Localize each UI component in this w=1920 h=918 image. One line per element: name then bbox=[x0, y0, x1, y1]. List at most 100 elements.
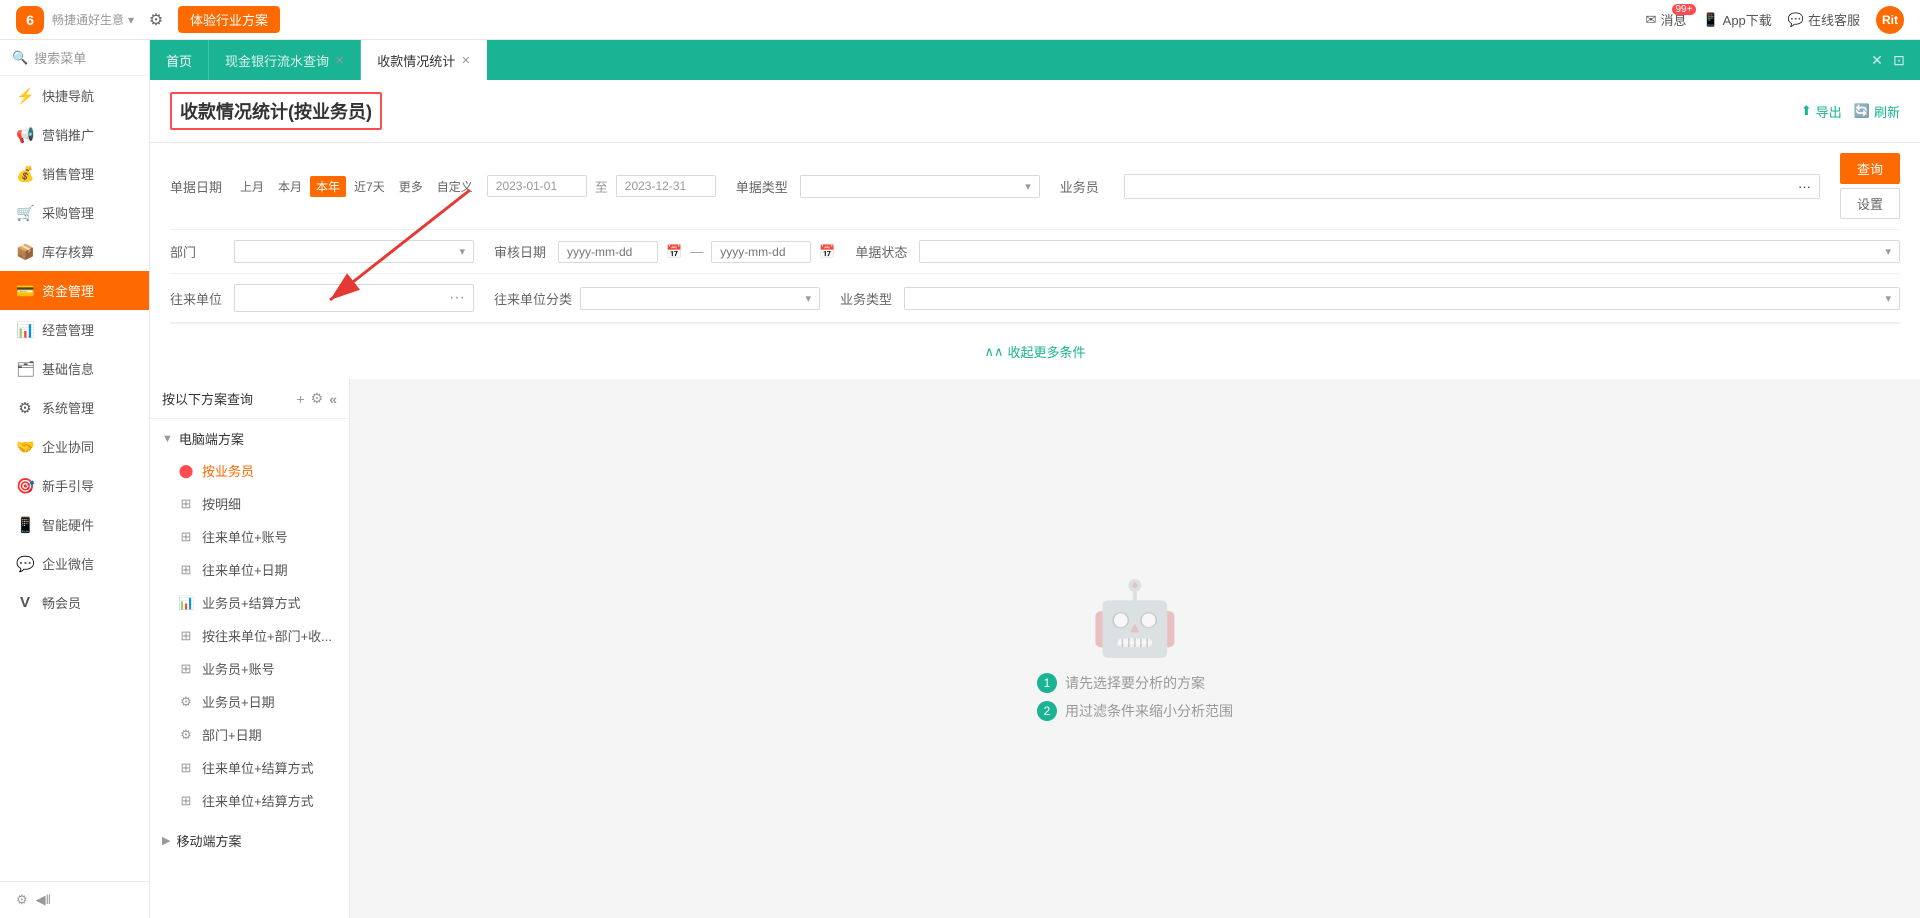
scheme-item-partner-date[interactable]: ⊞ 往来单位+日期 bbox=[150, 553, 349, 586]
page-header: 收款情况统计(按业务员) ⬆ 导出 🔄 刷新 bbox=[150, 80, 1920, 143]
avatar[interactable]: Rit bbox=[1876, 6, 1904, 34]
message-button[interactable]: ✉ 99+ 消息 bbox=[1646, 10, 1687, 29]
sidebar-item-wechat[interactable]: 💬 企业微信 bbox=[0, 544, 149, 583]
filter-salesperson-item: 业务员 ··· bbox=[1060, 174, 1820, 199]
content-body: 按以下方案查询 + ⚙ « ▼ 电脑端方案 ⬤ 按业务员 bbox=[150, 379, 1920, 918]
sidebar-item-marketing[interactable]: 📢 营销推广 bbox=[0, 115, 149, 154]
query-button[interactable]: 查询 bbox=[1840, 153, 1900, 184]
scheme-item-partner-method[interactable]: ⊞ 往来单位+结算方式 bbox=[150, 751, 349, 784]
empty-tip-2: 2 用过滤条件来缩小分析范围 bbox=[1037, 701, 1233, 721]
review-date-to-input[interactable] bbox=[711, 241, 811, 263]
date-btn-more[interactable]: 更多 bbox=[393, 176, 429, 197]
tab-home[interactable]: 首页 bbox=[150, 40, 209, 80]
sidebar-item-basic[interactable]: 🗂 基础信息 bbox=[0, 349, 149, 388]
filter-biz-type-item: 业务类型 ▾ bbox=[840, 287, 1900, 310]
sidebar-item-inventory[interactable]: 📦 库存核算 bbox=[0, 232, 149, 271]
scheme-item-partner-dept-collect[interactable]: ⊞ 按往来单位+部门+收... bbox=[150, 619, 349, 652]
scheme-item-salesperson-method[interactable]: 📊 业务员+结算方式 bbox=[150, 586, 349, 619]
sidebar-collapse-icon[interactable]: ◀‖ bbox=[36, 892, 51, 908]
filter-partner-category-item: 往来单位分类 ▾ bbox=[494, 287, 820, 310]
scheme-group-desktop-title[interactable]: ▼ 电脑端方案 bbox=[150, 423, 349, 454]
filter-row-2: 部门 ▾ 审核日期 📅 — 📅 bbox=[170, 230, 1900, 274]
filter-partner-item: 往来单位 ··· bbox=[170, 284, 474, 312]
scheme-group-mobile: ▶ 移动端方案 bbox=[150, 821, 349, 860]
scheme-settings-icon[interactable]: ⚙ bbox=[311, 390, 324, 407]
partner-select[interactable]: ··· bbox=[234, 284, 474, 312]
sidebar-item-purchase[interactable]: 🛒 采购管理 bbox=[0, 193, 149, 232]
scheme-item-by-detail[interactable]: ⊞ 按明细 bbox=[150, 487, 349, 520]
sidebar-item-member[interactable]: V 畅会员 bbox=[0, 583, 149, 622]
settings-button[interactable]: 设置 bbox=[1840, 188, 1900, 219]
scheme-item-salesperson-date[interactable]: ⚙ 业务员+日期 bbox=[150, 685, 349, 718]
review-date-range: 📅 — 📅 bbox=[558, 241, 835, 263]
close-window-icon[interactable]: ✕ bbox=[1868, 51, 1886, 69]
sidebar-bottom: ⚙ ◀‖ bbox=[0, 881, 149, 918]
trial-button[interactable]: 体验行业方案 bbox=[178, 6, 280, 33]
gear-icon[interactable]: ⚙ bbox=[142, 6, 170, 34]
tab-collection[interactable]: 收款情况统计 ✕ bbox=[361, 40, 487, 80]
status-select[interactable]: ▾ bbox=[919, 240, 1900, 263]
sidebar-item-sales[interactable]: 💰 销售管理 bbox=[0, 154, 149, 193]
maximize-window-icon[interactable]: ⊡ bbox=[1890, 51, 1908, 69]
date-btn-thismonth[interactable]: 本月 bbox=[272, 176, 308, 197]
sidebar-item-finance[interactable]: 💳 资金管理 bbox=[0, 271, 149, 310]
search-menu-item[interactable]: 🔍 搜索菜单 bbox=[0, 40, 149, 76]
export-button[interactable]: ⬆ 导出 bbox=[1801, 102, 1842, 121]
filter-dept-item: 部门 ▾ bbox=[170, 240, 474, 263]
panel-collapse-icon[interactable]: « bbox=[329, 391, 337, 407]
window-controls: ✕ ⊡ bbox=[1856, 51, 1920, 69]
left-panel: 按以下方案查询 + ⚙ « ▼ 电脑端方案 ⬤ 按业务员 bbox=[150, 379, 350, 918]
page-area: 收款情况统计(按业务员) ⬆ 导出 🔄 刷新 单据日期 上月 bbox=[150, 80, 1920, 918]
page-title: 收款情况统计(按业务员) bbox=[170, 92, 382, 130]
scheme-group-mobile-title[interactable]: ▶ 移动端方案 bbox=[150, 825, 349, 856]
sidebar-item-operations[interactable]: 📊 经营管理 bbox=[0, 310, 149, 349]
scheme-item-by-salesperson[interactable]: ⬤ 按业务员 bbox=[150, 454, 349, 487]
filter-row-3: 往来单位 ··· 往来单位分类 ▾ 业务类型 bbox=[170, 274, 1900, 323]
date-range: 至 bbox=[487, 175, 716, 197]
doc-type-select[interactable]: ▾ bbox=[800, 175, 1040, 198]
top-bar-right: ✉ 99+ 消息 📱 App下载 💬 在线客服 Rit bbox=[1646, 6, 1904, 34]
tab-bank-close[interactable]: ✕ bbox=[335, 54, 344, 67]
date-btn-lastmonth[interactable]: 上月 bbox=[234, 176, 270, 197]
sidebar-item-guide[interactable]: 🎯 新手引导 bbox=[0, 466, 149, 505]
sidebar-settings-icon[interactable]: ⚙ bbox=[16, 892, 28, 908]
sidebar-item-system[interactable]: ⚙ 系统管理 bbox=[0, 388, 149, 427]
date-btn-thisyear[interactable]: 本年 bbox=[310, 176, 346, 197]
collapse-bar: ∧∧ 收起更多条件 bbox=[170, 323, 1900, 379]
logo-icon: 6 bbox=[16, 6, 44, 34]
scheme-item-dept-date[interactable]: ⚙ 部门+日期 bbox=[150, 718, 349, 751]
scheme-item-partner-method2[interactable]: ⊞ 往来单位+结算方式 bbox=[150, 784, 349, 817]
top-bar-left: 6 畅捷通好生意 ▾ ⚙ 体验行业方案 bbox=[16, 6, 1646, 34]
empty-state: 🤖 1 请先选择要分析的方案 2 用过滤条件来缩小分析范围 bbox=[350, 379, 1920, 918]
sidebar-item-hardware[interactable]: 📱 智能硬件 bbox=[0, 505, 149, 544]
partner-category-select[interactable]: ▾ bbox=[580, 287, 820, 310]
main-content: 首页 现金银行流水查询 ✕ 收款情况统计 ✕ ✕ ⊡ 收款情况统计(按业务员) … bbox=[150, 40, 1920, 918]
date-btn-7days[interactable]: 近7天 bbox=[348, 176, 391, 197]
tab-collection-close[interactable]: ✕ bbox=[461, 54, 470, 67]
empty-tip-1: 1 请先选择要分析的方案 bbox=[1037, 673, 1233, 693]
tab-bank[interactable]: 现金银行流水查询 ✕ bbox=[209, 40, 361, 80]
collapse-button[interactable]: ∧∧ 收起更多条件 bbox=[984, 332, 1085, 371]
right-area: 🤖 1 请先选择要分析的方案 2 用过滤条件来缩小分析范围 bbox=[350, 379, 1920, 918]
review-date-from-input[interactable] bbox=[558, 241, 658, 263]
dept-select[interactable]: ▾ bbox=[234, 240, 474, 263]
tab-bar: 首页 现金银行流水查询 ✕ 收款情况统计 ✕ ✕ ⊡ bbox=[150, 40, 1920, 80]
left-panel-actions: + ⚙ « bbox=[296, 390, 337, 407]
filter-review-date-item: 审核日期 📅 — 📅 bbox=[494, 241, 835, 263]
date-from-input[interactable] bbox=[487, 175, 587, 197]
app-download-button[interactable]: 📱 App下载 bbox=[1702, 10, 1771, 29]
date-to-input[interactable] bbox=[616, 175, 716, 197]
sidebar: 🔍 搜索菜单 ⚡ 快捷导航 📢 营销推广 💰 销售管理 🛒 采购管理 📦 库存核… bbox=[0, 40, 150, 918]
filter-status-item: 单据状态 ▾ bbox=[855, 240, 1900, 263]
add-scheme-icon[interactable]: + bbox=[296, 391, 304, 407]
sidebar-item-quicknav[interactable]: ⚡ 快捷导航 bbox=[0, 76, 149, 115]
online-service-button[interactable]: 💬 在线客服 bbox=[1788, 10, 1860, 29]
biz-type-select[interactable]: ▾ bbox=[904, 287, 1900, 310]
scheme-item-salesperson-account[interactable]: ⊞ 业务员+账号 bbox=[150, 652, 349, 685]
refresh-button[interactable]: 🔄 刷新 bbox=[1854, 102, 1900, 121]
sidebar-item-enterprise[interactable]: 🤝 企业协同 bbox=[0, 427, 149, 466]
scheme-item-partner-account[interactable]: ⊞ 往来单位+账号 bbox=[150, 520, 349, 553]
date-btn-custom[interactable]: 自定义 bbox=[431, 176, 479, 197]
salesperson-select[interactable]: ··· bbox=[1124, 174, 1820, 199]
left-panel-header: 按以下方案查询 + ⚙ « bbox=[150, 379, 349, 419]
